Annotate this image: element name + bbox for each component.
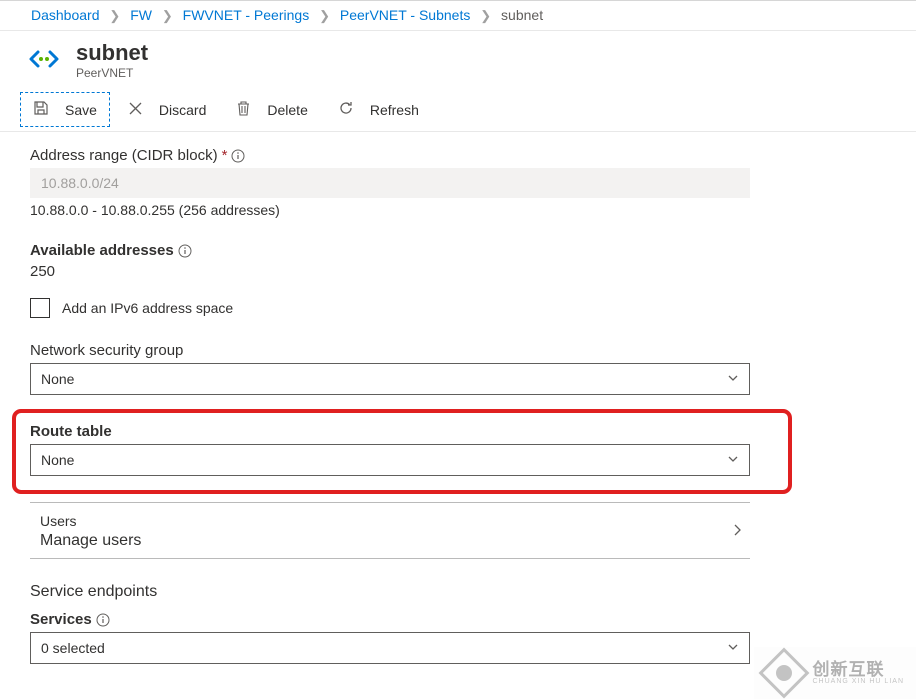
chevron-right-icon: ❯ xyxy=(162,8,173,23)
ipv6-checkbox[interactable] xyxy=(30,298,50,318)
address-range-help: 10.88.0.0 - 10.88.0.255 (256 addresses) xyxy=(30,202,886,218)
route-table-label: Route table xyxy=(30,423,768,440)
available-addresses-value: 250 xyxy=(30,263,886,280)
route-table-highlight: Route table None xyxy=(12,409,792,494)
page-header: subnet PeerVNET xyxy=(0,31,916,88)
close-icon xyxy=(128,101,151,119)
page-title: subnet xyxy=(76,41,148,65)
watermark-logo-icon xyxy=(759,648,810,699)
subnet-icon xyxy=(26,43,62,78)
info-icon[interactable] xyxy=(96,613,110,627)
chevron-down-icon xyxy=(727,640,739,656)
watermark: 创新互联 CHUANG XIN HU LIAN xyxy=(754,647,916,699)
nsg-label: Network security group xyxy=(30,342,886,359)
breadcrumb: Dashboard ❯ FW ❯ FWVNET - Peerings ❯ Pee… xyxy=(0,1,916,31)
ipv6-checkbox-label: Add an IPv6 address space xyxy=(62,300,233,316)
chevron-down-icon xyxy=(727,452,739,468)
chevron-right-icon: ❯ xyxy=(109,8,120,23)
delete-button[interactable]: Delete xyxy=(224,93,319,126)
address-range-label: Address range (CIDR block) * xyxy=(30,147,886,164)
service-endpoints-label: Service endpoints xyxy=(30,583,886,601)
nsg-select[interactable]: None xyxy=(30,363,750,395)
breadcrumb-item-fw[interactable]: FW xyxy=(130,7,152,23)
users-label: Users xyxy=(40,513,141,529)
refresh-button[interactable]: Refresh xyxy=(326,93,431,126)
route-table-select[interactable]: None xyxy=(30,444,750,476)
chevron-down-icon xyxy=(727,371,739,387)
breadcrumb-item-dashboard[interactable]: Dashboard xyxy=(31,7,100,23)
page-subtitle: PeerVNET xyxy=(76,66,148,80)
breadcrumb-current: subnet xyxy=(501,7,543,23)
chevron-right-icon: ❯ xyxy=(319,8,330,23)
services-select[interactable]: 0 selected xyxy=(30,632,750,664)
breadcrumb-item-peervnet-subnets[interactable]: PeerVNET - Subnets xyxy=(340,7,470,23)
chevron-right-icon: ❯ xyxy=(480,8,491,23)
chevron-right-icon xyxy=(730,523,744,540)
save-button[interactable]: Save xyxy=(20,92,110,127)
discard-button[interactable]: Discard xyxy=(116,94,218,126)
refresh-icon xyxy=(338,100,362,119)
services-label: Services xyxy=(30,611,886,628)
users-row[interactable]: Users Manage users xyxy=(30,502,750,559)
breadcrumb-item-fwvnet-peerings[interactable]: FWVNET - Peerings xyxy=(183,7,310,23)
manage-users-link[interactable]: Manage users xyxy=(40,532,141,550)
info-icon[interactable] xyxy=(178,244,192,258)
available-addresses-label: Available addresses xyxy=(30,242,886,259)
address-range-input[interactable]: 10.88.0.0/24 xyxy=(30,168,750,198)
save-icon xyxy=(33,100,57,119)
toolbar: Save Discard Delete Refresh xyxy=(0,88,916,132)
info-icon[interactable] xyxy=(231,149,245,163)
delete-icon xyxy=(236,100,259,119)
